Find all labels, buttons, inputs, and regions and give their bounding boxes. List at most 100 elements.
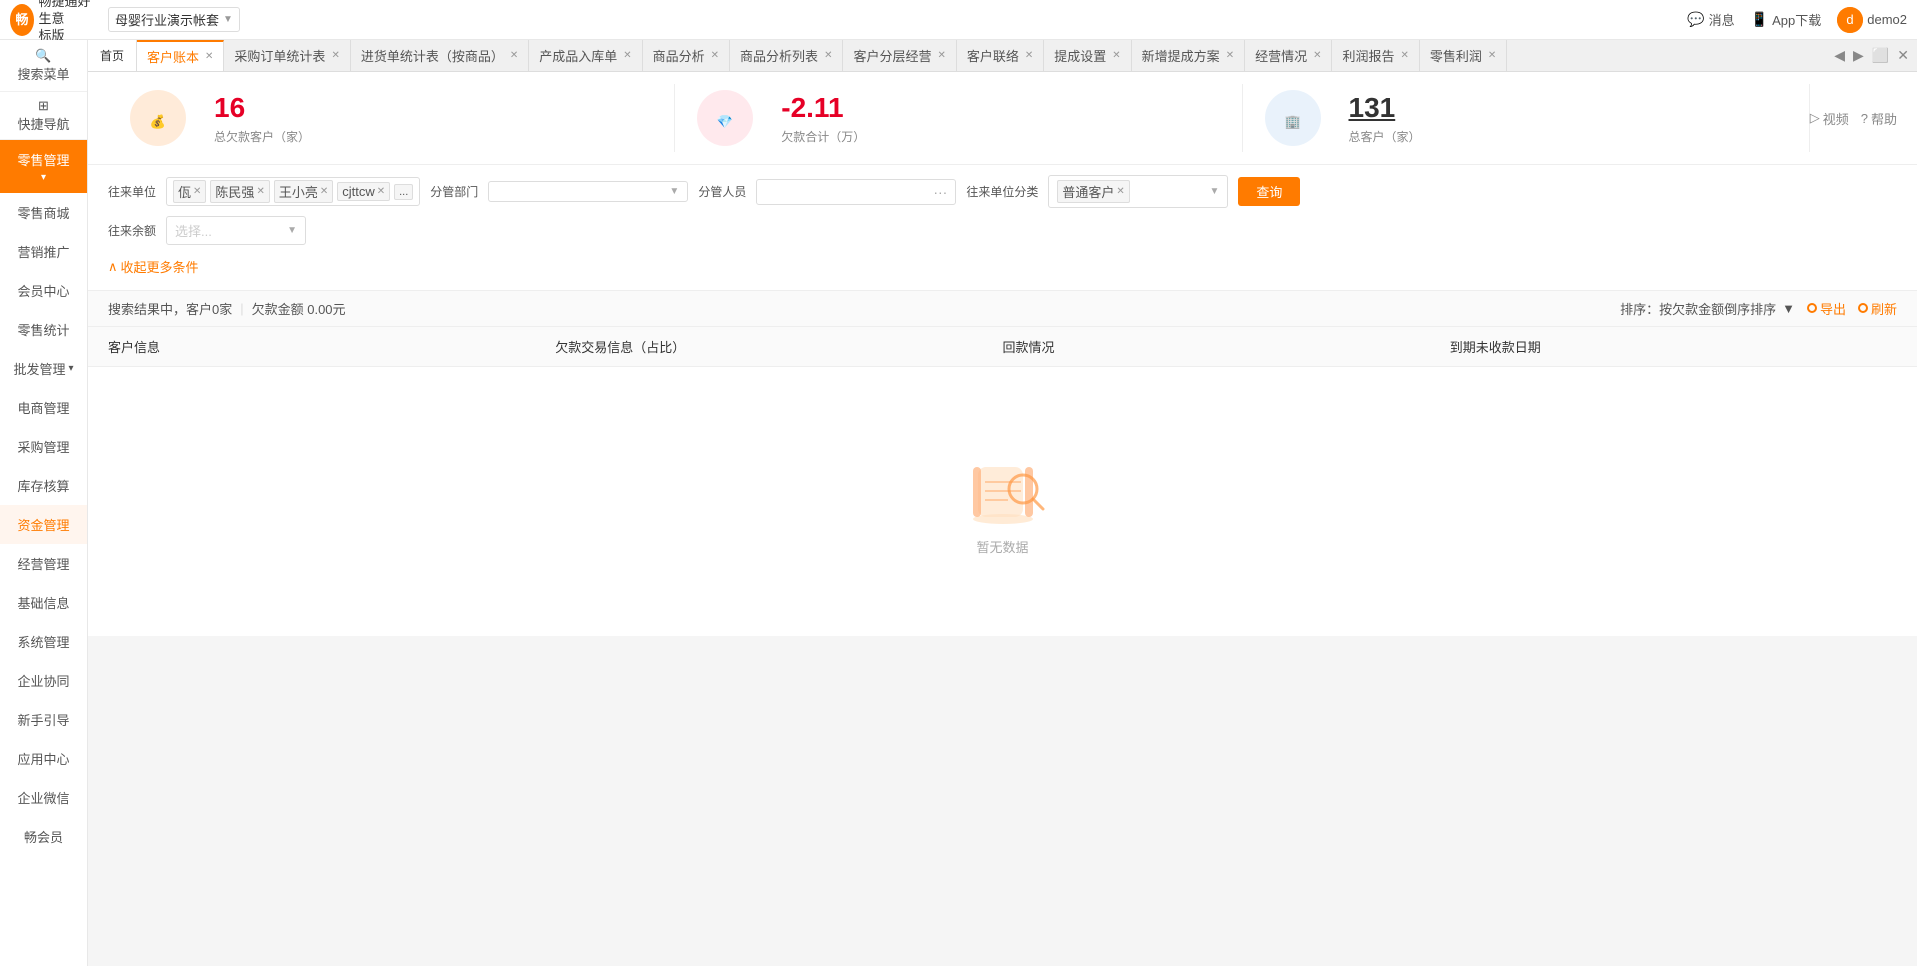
stats-row: 💰 16 总欠款客户（家） 💎 (88, 72, 1917, 165)
svg-text:d: d (1847, 12, 1854, 27)
user-btn[interactable]: d demo2 (1837, 7, 1907, 33)
account-selector[interactable]: 母婴行业演示帐套 ▼ (108, 7, 240, 32)
tab-promotion-settings[interactable]: 提成设置 ✕ (1044, 40, 1131, 72)
tab-product-analysis-list[interactable]: 商品分析列表 ✕ (730, 40, 843, 72)
remove-tag-icon[interactable]: ✕ (377, 186, 385, 197)
tab-customer-book[interactable]: 客户账本 ✕ (137, 40, 224, 72)
tab-prev-icon[interactable]: ◀ (1832, 45, 1847, 66)
sidebar-item-member-center[interactable]: 会员中心 (0, 271, 87, 310)
filter-balance-select[interactable]: 选择... ▼ (166, 216, 306, 245)
sidebar-quick-nav[interactable]: ⊞ 快捷导航 (0, 92, 87, 140)
tab-product-analysis[interactable]: 商品分析 ✕ (643, 40, 730, 72)
close-icon[interactable]: ✕ (331, 50, 339, 61)
page-content: 💰 16 总欠款客户（家） 💎 (88, 72, 1917, 966)
col-header-date: 到期未收款日期 (1450, 337, 1897, 356)
sidebar-item-finance[interactable]: 资金管理 (0, 505, 87, 544)
close-icon[interactable]: ✕ (205, 51, 213, 62)
export-btn[interactable]: 导出 (1807, 299, 1846, 318)
sidebar-item-retail-mall[interactable]: 零售商城 (0, 193, 87, 232)
close-icon[interactable]: ✕ (1313, 50, 1321, 61)
more-tags[interactable]: ... (394, 184, 413, 200)
col-header-payment: 回款情况 (1003, 337, 1450, 356)
sort-select[interactable]: 排序：按欠款金额倒序排序 ▼ (1620, 299, 1795, 318)
collapse-btn[interactable]: ∧ 收起更多条件 (108, 257, 1897, 276)
close-icon[interactable]: ✕ (1401, 50, 1409, 61)
sidebar-item-retail-stats[interactable]: 零售统计 (0, 310, 87, 349)
close-icon[interactable]: ✕ (937, 50, 945, 61)
search-result-count: 搜索结果中，客户0家 (108, 299, 232, 318)
tab-home[interactable]: 首页 (88, 40, 137, 72)
sidebar-item-corp-wechat[interactable]: 企业微信 (0, 778, 87, 817)
close-icon[interactable]: ✕ (510, 50, 518, 61)
tab-close-all-icon[interactable]: ✕ (1895, 45, 1911, 66)
tab-import-stats[interactable]: 进货单统计表（按商品） ✕ (351, 40, 529, 72)
logo-text: 畅捷通好生意 标版 (38, 0, 98, 45)
filter-tag-wang[interactable]: 王小亮 ✕ (274, 180, 333, 203)
close-icon[interactable]: ✕ (1112, 50, 1120, 61)
logo-area: 畅 畅捷通好生意 标版 (10, 0, 98, 45)
filter-tag-wa[interactable]: 佤 ✕ (173, 180, 206, 203)
tab-retail-profit[interactable]: 零售利润 ✕ (1420, 40, 1507, 72)
tab-more-icon[interactable]: ⬜ (1870, 45, 1891, 66)
filter-unit-tags[interactable]: 佤 ✕ 陈民强 ✕ 王小亮 ✕ cjttcw ✕ (166, 177, 420, 206)
filter-tag-cjttcw[interactable]: cjttcw ✕ (337, 182, 390, 201)
tab-product-entry[interactable]: 产成品入库单 ✕ (529, 40, 642, 72)
tab-customer-contact[interactable]: 客户联络 ✕ (957, 40, 1044, 72)
col-header-customer: 客户信息 (108, 337, 555, 356)
sidebar-item-basic-info[interactable]: 基础信息 (0, 583, 87, 622)
close-icon[interactable]: ✕ (1025, 50, 1033, 61)
close-icon[interactable]: ✕ (623, 50, 631, 61)
sidebar-item-ecommerce[interactable]: 电商管理 (0, 388, 87, 427)
sidebar-item-retail-mgmt[interactable]: 零售管理 ▾ (0, 140, 87, 193)
sidebar-search[interactable]: 🔍 搜索菜单 (0, 40, 87, 92)
sidebar-item-new-guide[interactable]: 新手引导 (0, 700, 87, 739)
stat-text-3: 131 总客户（家） (1349, 92, 1789, 145)
sidebar-item-app-center[interactable]: 应用中心 (0, 739, 87, 778)
main-layout: 🔍 搜索菜单 ⊞ 快捷导航 零售管理 ▾ 零售商城 营销推广 会员中心 零售统计… (0, 40, 1917, 966)
download-icon: 📱 (1751, 11, 1768, 28)
tab-profit-report[interactable]: 利润报告 ✕ (1332, 40, 1419, 72)
filter-label-balance: 往来余额 (108, 222, 156, 239)
filter-dept-select[interactable]: ▼ (488, 181, 688, 202)
tab-new-plan[interactable]: 新增提成方案 ✕ (1132, 40, 1245, 72)
svg-text:💎: 💎 (717, 114, 733, 129)
tab-bar: 首页 客户账本 ✕ 采购订单统计表 ✕ 进货单统计表（按商品） ✕ 产成品入库单… (88, 40, 1917, 72)
help-btn[interactable]: ? 帮助 (1861, 109, 1897, 128)
collapse-row: ∧ 收起更多条件 (108, 253, 1897, 280)
app-download-btn[interactable]: 📱 App下载 (1751, 10, 1822, 29)
remove-tag-icon[interactable]: ✕ (193, 186, 201, 197)
remove-tag-icon[interactable]: ✕ (320, 186, 328, 197)
filter-label-unit: 往来单位 (108, 183, 156, 200)
close-icon[interactable]: ✕ (711, 50, 719, 61)
sidebar-item-inventory[interactable]: 库存核算 (0, 466, 87, 505)
sidebar-item-corp-collab[interactable]: 企业协同 (0, 661, 87, 700)
close-icon[interactable]: ✕ (1226, 50, 1234, 61)
sidebar-item-vip-member[interactable]: 畅会员 (0, 817, 87, 856)
query-button[interactable]: 查询 (1238, 177, 1300, 206)
sidebar-item-operations[interactable]: 经营管理 (0, 544, 87, 583)
top-bar: 畅 畅捷通好生意 标版 母婴行业演示帐套 ▼ 💬 消息 📱 App下载 d (0, 0, 1917, 40)
sidebar-item-system[interactable]: 系统管理 (0, 622, 87, 661)
sidebar-item-wholesale-mgmt[interactable]: 批发管理 ▾ (0, 349, 87, 388)
tab-operations-status[interactable]: 经营情况 ✕ (1245, 40, 1332, 72)
message-btn[interactable]: 💬 消息 (1687, 10, 1734, 29)
filter-row-2: 往来余额 选择... ▼ (108, 216, 1897, 245)
filter-unit-type-select[interactable]: 普通客户 ✕ ▼ (1048, 175, 1228, 208)
table-header: 客户信息 欠款交易信息（占比） 回款情况 到期未收款日期 (88, 327, 1917, 367)
refresh-btn[interactable]: 刷新 (1858, 299, 1897, 318)
remove-tag-icon[interactable]: ✕ (256, 186, 264, 197)
tab-next-icon[interactable]: ▶ (1851, 45, 1866, 66)
tab-purchase-stats[interactable]: 采购订单统计表 ✕ (224, 40, 350, 72)
remove-tag-icon[interactable]: ✕ (1116, 186, 1124, 197)
close-icon[interactable]: ✕ (824, 50, 832, 61)
sidebar-item-marketing[interactable]: 营销推广 (0, 232, 87, 271)
chevron-down-icon: ▼ (669, 186, 679, 197)
video-help-btn[interactable]: ▷ 视频 (1810, 109, 1849, 128)
filter-person-select[interactable]: ··· (756, 179, 956, 205)
chevron-down-icon: ▼ (223, 14, 233, 25)
sidebar-item-purchase[interactable]: 采购管理 (0, 427, 87, 466)
svg-text:💰: 💰 (150, 114, 166, 130)
filter-tag-chen[interactable]: 陈民强 ✕ (210, 180, 269, 203)
close-icon[interactable]: ✕ (1488, 50, 1496, 61)
tab-customer-tier[interactable]: 客户分层经营 ✕ (843, 40, 956, 72)
